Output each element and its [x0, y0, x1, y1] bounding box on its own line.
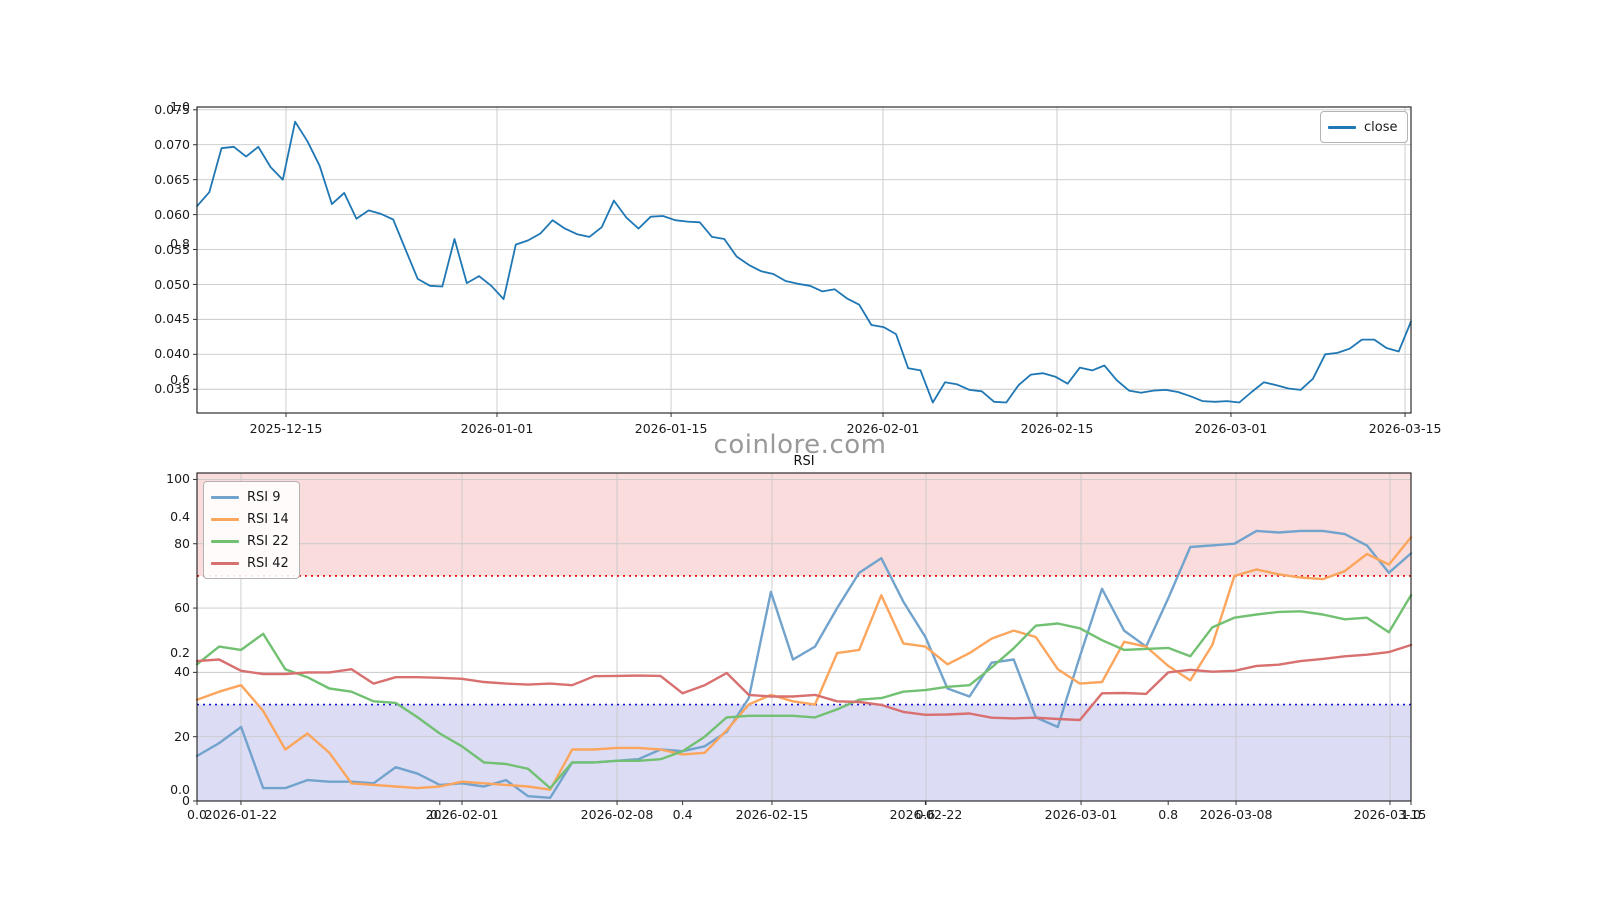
secondary-y-tick-label: 0.2	[170, 645, 190, 661]
legend-line-sample	[211, 561, 239, 565]
legend-entry-label: RSI 9	[247, 489, 281, 505]
price-y-tick-label: 0.045	[154, 311, 190, 327]
overbought-band	[197, 473, 1411, 576]
price-y-tick-label: 0.065	[154, 171, 190, 187]
legend-entry-label: RSI 42	[247, 555, 289, 571]
rsi-y-tick-label: 60	[174, 600, 190, 616]
secondary-y-tick-label: 0.6	[170, 372, 190, 388]
rsi-x-tick-label: 2026-01-22	[204, 807, 278, 822]
secondary-x-tick-label: 0.0	[187, 807, 207, 822]
price-legend: close	[1320, 111, 1409, 143]
legend-line-sample	[211, 495, 239, 499]
secondary-x-tick-label: 0.2	[429, 807, 450, 822]
chart-figure: 0.075 0.070 0.065 0.060 0.055 0.050 0.045 0.040…	[0, 0, 1600, 900]
rsi-y-tick-label: 20	[174, 728, 190, 744]
legend-line-sample	[1328, 125, 1356, 129]
rsi-y-tick-label: 40	[174, 664, 190, 680]
rsi-x-tick-label: 2026-03-01	[1044, 807, 1118, 822]
secondary-y-tick-label: 1.0	[170, 99, 190, 114]
legend-entry: close	[1328, 116, 1397, 138]
price-y-tick-label: 0.050	[154, 276, 190, 292]
legend-entry: RSI 14	[211, 508, 289, 530]
price-x-tick-label: 2026-03-15	[1368, 421, 1442, 436]
price-y-tick-label: 0.070	[154, 136, 190, 152]
secondary-x-tick-label: 0.4	[672, 807, 693, 822]
price-y-tick-label: 0.040	[154, 346, 190, 362]
secondary-x-tick-label: 0.8	[1158, 807, 1179, 822]
price-plot-border	[196, 106, 1412, 414]
price-y-tick-label: 0.060	[154, 206, 190, 222]
rsi-legend: RSI 9 RSI 14 RSI 22 RSI 42	[203, 481, 300, 579]
oversold-band	[197, 704, 1411, 801]
price-x-tick-label: 2026-01-01	[460, 421, 534, 436]
legend-entry-label: RSI 22	[247, 533, 289, 549]
legend-entry-label: RSI 14	[247, 511, 289, 527]
secondary-x-tick-label: 1.0	[1401, 807, 1421, 822]
rsi-y-tick-label: 100	[166, 471, 190, 487]
legend-entry: RSI 9	[211, 486, 289, 508]
rsi-x-tick-label: 2026-02-08	[580, 807, 654, 822]
rsi-chart-title: RSI	[793, 454, 815, 469]
rsi-x-tick-label: 2026-03-08	[1199, 807, 1273, 822]
rsi-y-tick-label: 80	[174, 535, 190, 551]
price-x-tick-label: 2026-02-15	[1020, 421, 1094, 436]
secondary-y-tick-label: 0.4	[170, 508, 190, 524]
price-x-tick-label: 2025-12-15	[249, 421, 323, 436]
close-line-series	[196, 120, 1412, 404]
secondary-x-tick-label: 0.6	[915, 807, 936, 822]
legend-entry: RSI 42	[211, 552, 289, 574]
legend-entry-label: close	[1364, 119, 1398, 135]
price-x-tick-label: 2026-03-01	[1194, 421, 1268, 436]
price-x-tick-label: 2026-01-15	[634, 421, 708, 436]
legend-line-sample	[211, 539, 239, 543]
legend-line-sample	[211, 517, 239, 521]
secondary-y-tick-label: 0.0	[170, 782, 190, 797]
legend-entry: RSI 22	[211, 530, 289, 552]
secondary-y-tick-label: 0.8	[170, 235, 190, 251]
rsi-x-tick-label: 2026-02-15	[735, 807, 809, 822]
